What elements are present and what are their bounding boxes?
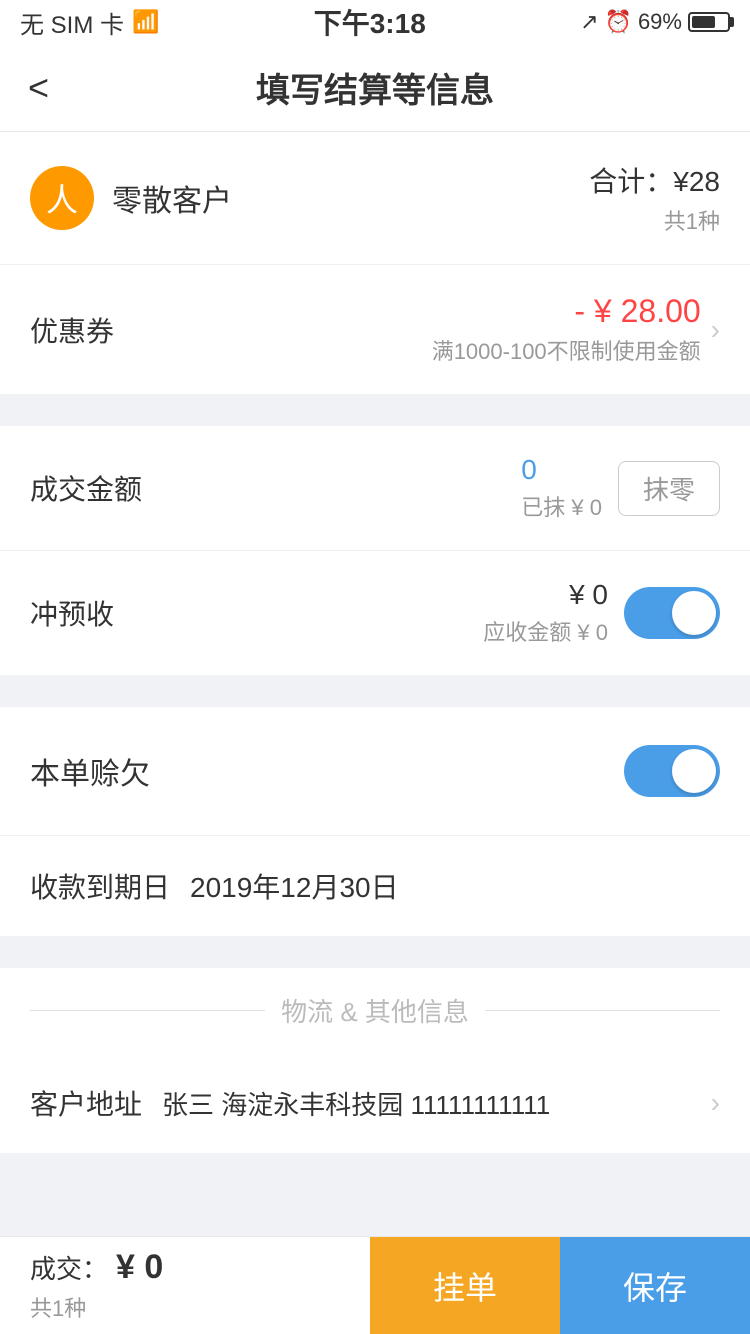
total-amount: 合计：¥28 <box>589 160 720 200</box>
save-button[interactable]: 保存 <box>560 1237 750 1334</box>
transaction-amount-label: 成交金额 <box>30 468 142 508</box>
logistics-line-left <box>30 1010 265 1011</box>
bottom-bar: 成交： ¥ 0 共1种 挂单 保存 <box>0 1236 750 1334</box>
sim-label: 无 SIM 卡 <box>20 5 124 40</box>
transaction-amount-row: 成交金额 0 已抹 ¥ 0 抹零 <box>0 426 750 551</box>
prepayment-row: 冲预收 ¥ 0 应收金额 ¥ 0 <box>0 551 750 675</box>
transaction-amount-right: 0 已抹 ¥ 0 抹零 <box>521 454 720 522</box>
coupon-info: - ¥ 28.00 满1000-100不限制使用金额 <box>432 293 701 366</box>
debit-section: 本单赊欠 收款到期日 2019年12月30日 <box>0 707 750 936</box>
coupon-label: 优惠券 <box>30 310 114 350</box>
battery-icon <box>688 12 730 32</box>
status-bar: 无 SIM 卡 📶 下午3:18 ↗ ⏰ 69% <box>0 0 750 44</box>
round-down-button[interactable]: 抹零 <box>618 461 720 516</box>
customer-row: 人 零散客户 合计：¥28 共1种 <box>0 132 750 264</box>
toggle-thumb <box>672 591 716 635</box>
due-date-row: 收款到期日 2019年12月30日 <box>0 835 750 936</box>
coupon-discount: - ¥ 28.00 <box>432 293 701 330</box>
back-button[interactable]: < <box>28 67 49 109</box>
customer-info: 人 零散客户 <box>30 166 232 230</box>
due-date-label: 收款到期日 <box>30 866 170 906</box>
prepayment-label: 冲预收 <box>30 593 114 633</box>
address-label: 客户地址 <box>30 1083 142 1123</box>
bottom-transaction-row: 成交： ¥ 0 <box>30 1248 340 1287</box>
customer-total: 合计：¥28 共1种 <box>589 160 720 236</box>
prepayment-sub: 应收金额 ¥ 0 <box>483 615 608 647</box>
debit-row: 本单赊欠 <box>0 707 750 835</box>
section-divider-3 <box>0 952 750 968</box>
logistics-label: 物流 & 其他信息 <box>281 992 469 1029</box>
coupon-row[interactable]: 优惠券 - ¥ 28.00 满1000-100不限制使用金额 › <box>0 264 750 394</box>
debit-label: 本单赊欠 <box>30 749 150 793</box>
transaction-amount-block: 0 已抹 ¥ 0 <box>521 454 602 522</box>
transaction-section: 成交金额 0 已抹 ¥ 0 抹零 冲预收 ¥ 0 应收金额 ¥ 0 <box>0 426 750 675</box>
avatar-icon: 人 <box>46 175 78 221</box>
logistics-line-right <box>485 1010 720 1011</box>
nav-bar: < 填写结算等信息 <box>0 44 750 132</box>
bottom-transaction-label: 成交： <box>30 1249 108 1286</box>
prepayment-right: ¥ 0 应收金额 ¥ 0 <box>483 579 720 647</box>
total-count: 共1种 <box>589 204 720 236</box>
due-date-value: 2019年12月30日 <box>190 866 399 906</box>
debit-toggle-thumb <box>672 749 716 793</box>
status-right: ↗ ⏰ 69% <box>580 9 730 35</box>
section-divider-2 <box>0 691 750 707</box>
customer-section: 人 零散客户 合计：¥28 共1种 优惠券 - ¥ 28.00 满1000-10… <box>0 132 750 394</box>
avatar: 人 <box>30 166 94 230</box>
chevron-right-icon: › <box>711 314 720 346</box>
wifi-icon: 📶 <box>132 9 159 35</box>
address-row[interactable]: 客户地址 张三 海淀永丰科技园 11111111111 › <box>0 1053 750 1153</box>
coupon-right: - ¥ 28.00 满1000-100不限制使用金额 › <box>432 293 720 366</box>
status-left: 无 SIM 卡 📶 <box>20 5 159 40</box>
pending-button[interactable]: 挂单 <box>370 1237 560 1334</box>
address-value: 张三 海淀永丰科技园 11111111111 <box>162 1085 711 1122</box>
address-chevron-icon: › <box>711 1087 720 1119</box>
prepayment-value: ¥ 0 <box>483 579 608 611</box>
logistics-section: 物流 & 其他信息 客户地址 张三 海淀永丰科技园 11111111111 › <box>0 968 750 1153</box>
coupon-description: 满1000-100不限制使用金额 <box>432 334 701 366</box>
location-icon: ↗ <box>580 9 598 35</box>
alarm-icon: ⏰ <box>605 9 632 35</box>
prepayment-block: ¥ 0 应收金额 ¥ 0 <box>483 579 608 647</box>
customer-name: 零散客户 <box>112 176 232 220</box>
page-title: 填写结算等信息 <box>256 63 494 112</box>
logistics-header: 物流 & 其他信息 <box>0 968 750 1053</box>
bottom-info: 成交： ¥ 0 共1种 <box>0 1248 370 1323</box>
prepayment-toggle[interactable] <box>624 587 720 639</box>
status-time: 下午3:18 <box>314 2 426 42</box>
battery-fill <box>692 16 715 28</box>
bottom-amount: ¥ 0 <box>116 1248 163 1287</box>
battery-percent: 69% <box>638 9 682 35</box>
section-divider-1 <box>0 410 750 426</box>
transaction-amount-value: 0 <box>521 454 602 486</box>
transaction-amount-sub: 已抹 ¥ 0 <box>521 490 602 522</box>
bottom-count: 共1种 <box>30 1291 340 1323</box>
debit-toggle[interactable] <box>624 745 720 797</box>
